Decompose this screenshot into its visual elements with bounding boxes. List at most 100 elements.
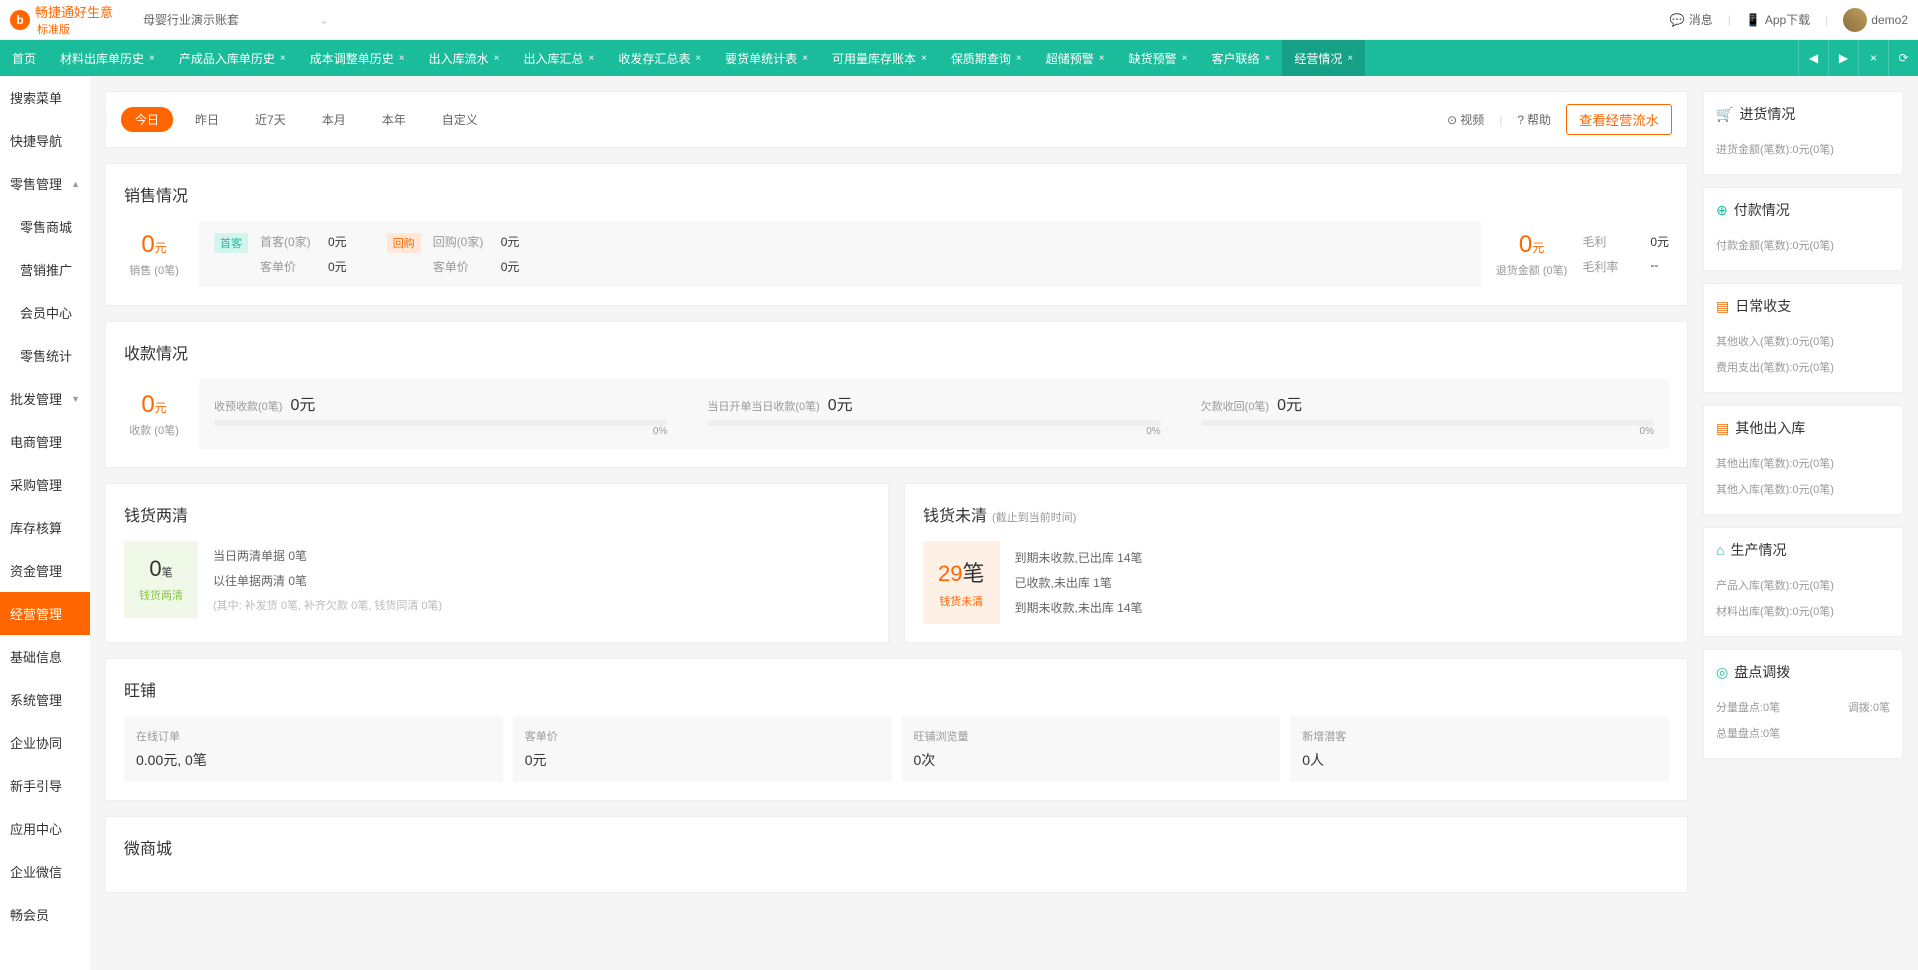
side-panel: ◎盘点调拨分量盘点:0笔调拨:0笔总量盘点:0笔 — [1703, 649, 1903, 759]
nav-tab[interactable]: 出入库汇总× — [511, 40, 606, 76]
sidebar-item[interactable]: 零售商城 — [0, 205, 90, 248]
panel-icon: ⌂ — [1716, 542, 1724, 558]
close-icon[interactable]: × — [494, 53, 500, 64]
sidebar-item[interactable]: 快捷导航 — [0, 119, 90, 162]
messages-link[interactable]: 💬 消息 — [1670, 11, 1713, 28]
sales-amount: 0元 销售 (0笔) — [124, 231, 184, 278]
close-icon[interactable]: × — [1264, 53, 1270, 64]
close-icon[interactable]: × — [149, 53, 155, 64]
time-filter-button[interactable]: 本年 — [368, 107, 420, 132]
help-icon: ? — [1517, 113, 1524, 127]
view-flow-button[interactable]: 查看经营流水 — [1566, 104, 1672, 135]
nav-tabs: 首页材料出库单历史×产成品入库单历史×成本调整单历史×出入库流水×出入库汇总×收… — [0, 40, 1918, 76]
clear-panel: 钱货两清 0笔 钱货两清 当日两清单据 0笔 以往单据两清 0笔 (其中: 补发… — [105, 483, 889, 643]
sidebar-item[interactable]: 新手引导 — [0, 764, 90, 807]
sidebar-item[interactable]: 企业微信 — [0, 850, 90, 893]
micromall-panel: 微商城 — [105, 816, 1688, 893]
download-icon: 📱 — [1746, 13, 1761, 27]
play-icon: ⊙ — [1447, 113, 1457, 127]
close-icon[interactable]: × — [1016, 53, 1022, 64]
nav-prev[interactable]: ◀ — [1798, 40, 1828, 76]
sidebar-item[interactable]: 应用中心 — [0, 807, 90, 850]
nav-tab[interactable]: 经营情况× — [1282, 40, 1365, 76]
time-filter-button[interactable]: 本月 — [308, 107, 360, 132]
top-bar: b 畅捷通好生意 标准版 母婴行业演示账套 ⌄ 💬 消息 | 📱 App下载 |… — [0, 0, 1918, 40]
sidebar-item[interactable]: 零售统计 — [0, 334, 90, 377]
time-filter-button[interactable]: 今日 — [121, 107, 173, 132]
close-icon[interactable]: × — [280, 53, 286, 64]
right-sidebar: 🛒进货情况进货金额(笔数):0元(0笔)⊕付款情况付款金额(笔数):0元(0笔)… — [1703, 91, 1903, 955]
sidebar-item[interactable]: 库存核算 — [0, 506, 90, 549]
sidebar-item[interactable]: 经营管理 — [0, 592, 90, 635]
close-icon[interactable]: × — [1099, 53, 1105, 64]
logo-subtitle: 标准版 — [37, 21, 113, 37]
logo: b 畅捷通好生意 标准版 — [10, 2, 113, 37]
nav-tab[interactable]: 出入库流水× — [417, 40, 512, 76]
nav-next[interactable]: ▶ — [1828, 40, 1858, 76]
time-filter-button[interactable]: 自定义 — [428, 107, 492, 132]
logo-icon: b — [10, 10, 30, 30]
panel-icon: ◎ — [1716, 664, 1728, 681]
nav-tab[interactable]: 缺货预警× — [1117, 40, 1200, 76]
sidebar-item[interactable]: 零售管理▲ — [0, 162, 90, 205]
time-filter-button[interactable]: 近7天 — [241, 107, 300, 132]
avatar — [1843, 8, 1867, 32]
close-icon[interactable]: × — [588, 53, 594, 64]
toolbar: 今日昨日近7天本月本年自定义 ⊙ 视频 | ? 帮助 查看经营流水 — [105, 91, 1688, 148]
clear-count-box: 0笔 钱货两清 — [124, 541, 198, 618]
shop-panel: 旺铺 在线订单0.00元, 0笔客单价0元旺铺浏览量0次新增潜客0人 — [105, 658, 1688, 801]
panel-icon: ▤ — [1716, 420, 1729, 437]
side-panel: ▤日常收支其他收入(笔数):0元(0笔)费用支出(笔数):0元(0笔) — [1703, 283, 1903, 393]
logo-text: 畅捷通好生意 — [35, 2, 113, 21]
close-icon[interactable]: × — [802, 53, 808, 64]
nav-tab[interactable]: 材料出库单历史× — [48, 40, 167, 76]
nav-tab[interactable]: 成本调整单历史× — [298, 40, 417, 76]
close-icon[interactable]: × — [1182, 53, 1188, 64]
sidebar-item[interactable]: 会员中心 — [0, 291, 90, 334]
time-filter-button[interactable]: 昨日 — [181, 107, 233, 132]
sales-panel: 销售情况 0元 销售 (0笔) 首客 首客(0家)0元 客单价0元 — [105, 163, 1688, 306]
video-link[interactable]: ⊙ 视频 — [1447, 111, 1484, 128]
sidebar-item[interactable]: 批发管理▼ — [0, 377, 90, 420]
user-menu[interactable]: demo2 — [1843, 8, 1908, 32]
receipt-item: 当日开单当日收款(0笔)0元0% — [707, 391, 1160, 437]
close-icon[interactable]: × — [695, 53, 701, 64]
nav-tab[interactable]: 产成品入库单历史× — [167, 40, 298, 76]
nav-tab[interactable]: 可用量库存账本× — [820, 40, 939, 76]
nav-refresh[interactable]: ⟳ — [1888, 40, 1918, 76]
nav-tab[interactable]: 客户联络× — [1199, 40, 1282, 76]
message-icon: 💬 — [1670, 13, 1685, 27]
close-icon[interactable]: × — [1347, 53, 1353, 64]
receipt-item: 收预收款(0笔)0元0% — [214, 391, 667, 437]
sidebar-item[interactable]: 畅会员 — [0, 893, 90, 936]
sidebar-item[interactable]: 营销推广 — [0, 248, 90, 291]
nav-tab[interactable]: 要货单统计表× — [713, 40, 820, 76]
sales-title: 销售情况 — [124, 182, 1669, 206]
shop-cell: 客单价0元 — [513, 716, 892, 782]
close-icon[interactable]: × — [399, 53, 405, 64]
nav-tab[interactable]: 首页 — [0, 40, 48, 76]
chevron-down-icon: ⌄ — [319, 13, 329, 27]
nav-tab[interactable]: 超储预警× — [1034, 40, 1117, 76]
sidebar-item[interactable]: 系统管理 — [0, 678, 90, 721]
time-filter: 今日昨日近7天本月本年自定义 — [121, 107, 492, 132]
receipts-title: 收款情况 — [124, 340, 1669, 364]
sidebar-item[interactable]: 搜索菜单 — [0, 76, 90, 119]
account-selector[interactable]: 母婴行业演示账套 ⌄ — [133, 6, 339, 33]
close-icon[interactable]: × — [921, 53, 927, 64]
receipt-item: 欠款收回(0笔)0元0% — [1201, 391, 1654, 437]
receipts-panel: 收款情况 0元 收款 (0笔) 收预收款(0笔)0元0%当日开单当日收款(0笔)… — [105, 321, 1688, 468]
download-link[interactable]: 📱 App下载 — [1746, 11, 1810, 28]
help-link[interactable]: ? 帮助 — [1517, 111, 1551, 128]
refund-amount: 0元 退货金额 (0笔) — [1496, 231, 1568, 278]
sidebar-item[interactable]: 资金管理 — [0, 549, 90, 592]
sidebar-item[interactable]: 采购管理 — [0, 463, 90, 506]
sidebar-item[interactable]: 基础信息 — [0, 635, 90, 678]
nav-tab[interactable]: 收发存汇总表× — [606, 40, 713, 76]
sidebar-item[interactable]: 电商管理 — [0, 420, 90, 463]
profit-info: 毛利0元 毛利率-- — [1582, 233, 1669, 275]
shop-cell: 在线订单0.00元, 0笔 — [124, 716, 503, 782]
nav-tab[interactable]: 保质期查询× — [939, 40, 1034, 76]
nav-close-all[interactable]: × — [1858, 40, 1888, 76]
sidebar-item[interactable]: 企业协同 — [0, 721, 90, 764]
